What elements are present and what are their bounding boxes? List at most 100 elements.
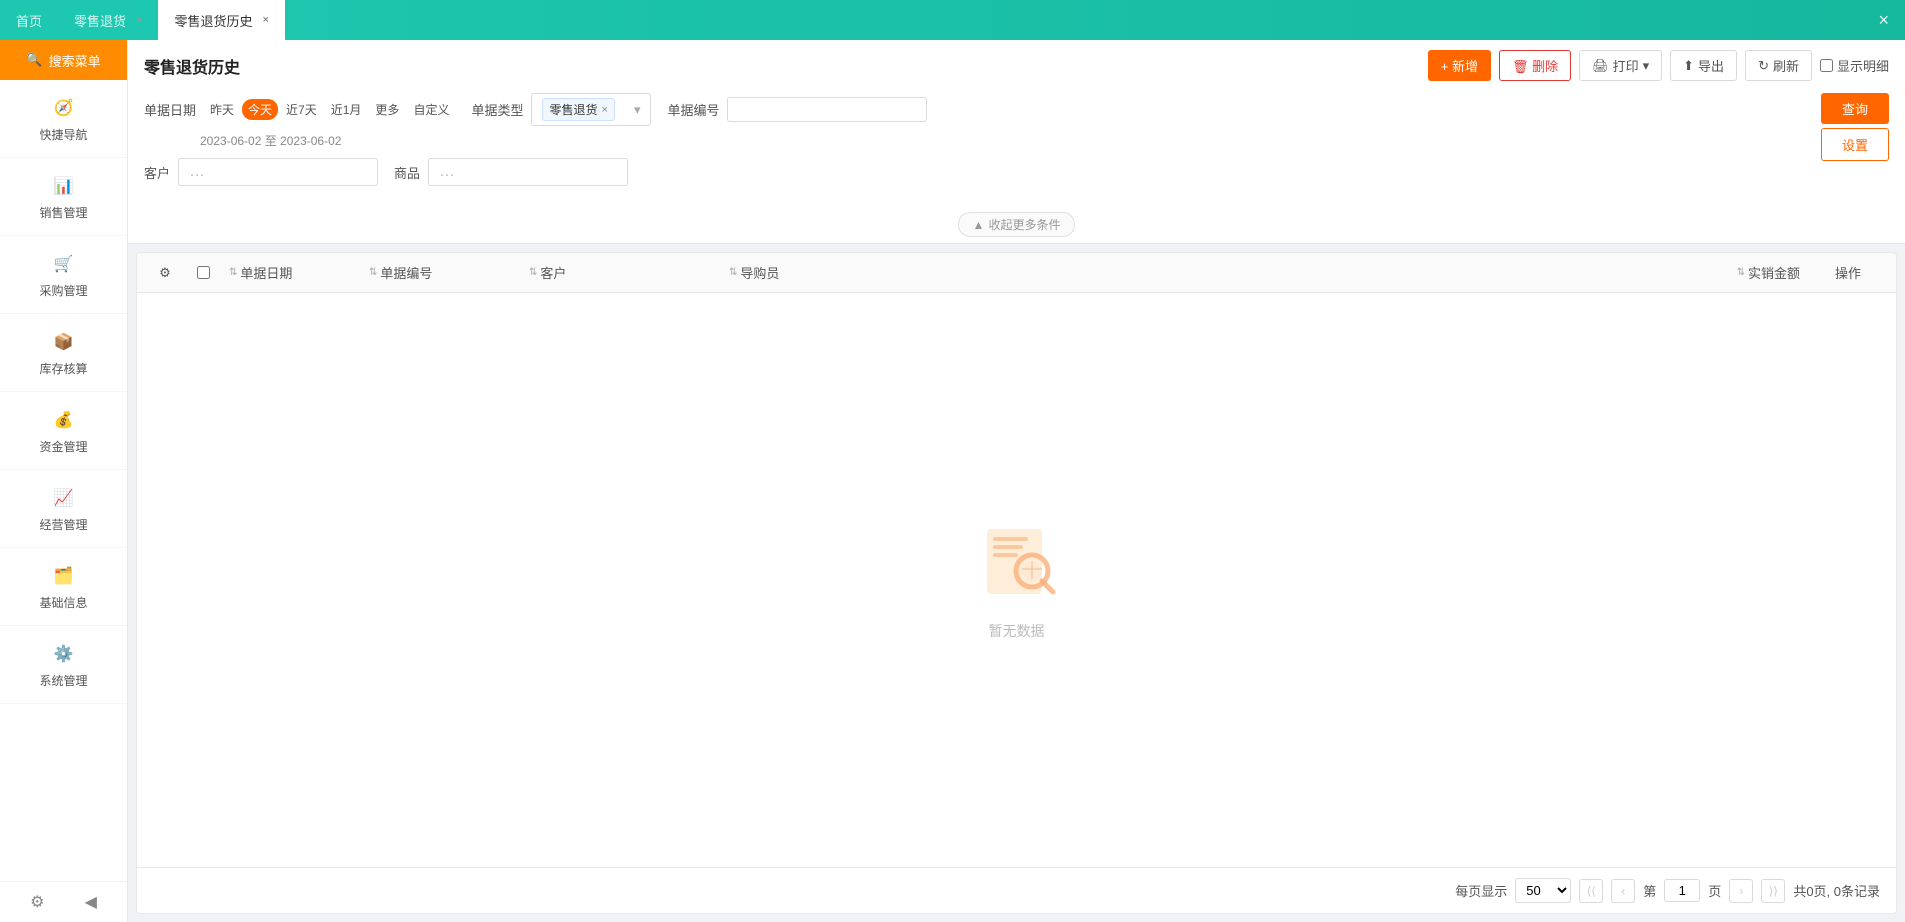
select-all-checkbox[interactable] [197,266,210,279]
sidebar-item-purchase[interactable]: 🛒 采购管理 [0,236,127,314]
table-header: ⚙ ⇅ 单据日期 ⇅ 单据编号 ⇅ 客户 ⇅ [137,253,1896,293]
date-shortcut-1month[interactable]: 近1月 [325,99,368,120]
filter-section: 单据日期 昨天 今天 近7天 近1月 更多 自定义 [144,93,1889,243]
sidebar-bottom: ⚙ ◀ [0,881,127,922]
sidebar-item-quick-nav[interactable]: 🧭 快捷导航 [0,80,127,158]
add-button[interactable]: + 新增 [1428,50,1491,81]
inventory-icon: 📦 [50,328,78,356]
col-guide-sort-icon[interactable]: ⇅ [729,267,737,278]
collapse-button[interactable]: ▲ 收起更多条件 [958,212,1076,237]
empty-state-label: 暂无数据 [989,621,1045,641]
doctype-tag-value: 零售退货 [549,101,597,118]
export-label: 导出 [1698,56,1724,75]
main-layout: 🔍 搜索菜单 🧭 快捷导航 📊 销售管理 🛒 采购管理 📦 库存核算 💰 [0,40,1905,922]
next-page-button[interactable]: › [1729,879,1753,903]
show-detail-checkbox[interactable]: 显示明细 [1820,56,1889,75]
current-page-input[interactable]: 1 [1664,879,1700,902]
col-date-sort-icon[interactable]: ⇅ [229,267,237,278]
right-action-buttons: 查询 设置 [1821,93,1889,161]
tab-list: 首页 零售退货 × 零售退货历史 × [0,0,1878,40]
print-icon: 🖨 [1592,58,1609,74]
sidebar: 🔍 搜索菜单 🧭 快捷导航 📊 销售管理 🛒 采购管理 📦 库存核算 💰 [0,40,128,922]
col-amount-sort-icon[interactable]: ⇅ [1737,267,1745,278]
sidebar-item-sales[interactable]: 📊 销售管理 [0,158,127,236]
customer-placeholder: … [189,163,205,181]
sidebar-item-base-info[interactable]: 🗂️ 基础信息 [0,548,127,626]
col-amount-label: 实销金额 [1748,263,1800,282]
query-button[interactable]: 查询 [1821,93,1889,124]
filter-row-1: 单据日期 昨天 今天 近7天 近1月 更多 自定义 [144,93,1805,126]
page-title-row: 零售退货历史 + 新增 🗑 删除 🖨 打印 ▾ ⬆ 导出 ↻ [144,50,1889,81]
col-order-label: 单据编号 [380,263,432,282]
col-order[interactable]: ⇅ 单据编号 [361,263,521,282]
sidebar-item-sys-mgmt-label: 系统管理 [39,672,87,689]
delete-button[interactable]: 🗑 删除 [1499,50,1571,81]
empty-state-icon [967,519,1067,609]
goods-select[interactable]: … [428,158,628,186]
operations-icon: 📈 [50,484,78,512]
col-customer[interactable]: ⇅ 客户 [521,263,721,282]
window-close-button[interactable]: × [1878,10,1905,31]
date-shortcut-yesterday[interactable]: 昨天 [204,99,240,120]
date-shortcut-today[interactable]: 今天 [242,99,278,120]
tab-retail-return-close[interactable]: × [136,14,142,26]
tab-retail-return-history-close[interactable]: × [262,14,268,26]
sidebar-collapse-icon[interactable]: ◀ [85,892,97,912]
col-customer-sort-icon[interactable]: ⇅ [529,267,537,278]
col-date[interactable]: ⇅ 单据日期 [221,263,361,282]
tab-retail-return[interactable]: 零售退货 × [58,0,158,40]
filter-panel: 零售退货历史 + 新增 🗑 删除 🖨 打印 ▾ ⬆ 导出 ↻ [128,40,1905,244]
date-shortcut-more[interactable]: 更多 [369,99,405,120]
prev-page-button[interactable]: ‹ [1611,879,1635,903]
page-label-before: 第 [1643,881,1656,900]
col-amount[interactable]: ⇅ 实销金额 [881,263,1808,282]
refresh-icon: ↻ [1758,58,1769,74]
sidebar-settings-icon[interactable]: ⚙ [30,892,44,912]
date-filter-label: 单据日期 [144,100,196,119]
col-settings-icon: ⚙ [159,265,171,281]
sidebar-item-finance[interactable]: 💰 资金管理 [0,392,127,470]
filter-row-2: 客户 … 商品 … [144,158,1805,186]
refresh-button[interactable]: ↻ 刷新 [1745,50,1812,81]
sidebar-item-inventory[interactable]: 📦 库存核算 [0,314,127,392]
purchase-icon: 🛒 [50,250,78,278]
filter-date-group: 单据日期 昨天 今天 近7天 近1月 更多 自定义 [144,99,455,120]
page-size-select[interactable]: 50 10 20 100 [1515,878,1571,903]
print-button[interactable]: 🖨 打印 ▾ [1579,50,1662,81]
empty-state: 暂无数据 [137,293,1896,867]
filter-customer-group: 客户 … [144,158,378,186]
show-detail-label: 显示明细 [1837,56,1889,75]
collapse-label: 收起更多条件 [988,216,1060,233]
col-date-label: 单据日期 [240,263,292,282]
doctype-select[interactable]: 零售退货 × ▾ [531,93,651,126]
sys-mgmt-icon: ⚙️ [50,640,78,668]
export-button[interactable]: ⬆ 导出 [1670,50,1737,81]
sidebar-item-finance-label: 资金管理 [39,438,87,455]
last-page-button[interactable]: ⟩⟩ [1761,879,1785,903]
tab-retail-return-history[interactable]: 零售退货历史 × [158,0,284,40]
sidebar-item-sys-mgmt[interactable]: ⚙️ 系统管理 [0,626,127,704]
col-check[interactable] [185,266,221,279]
date-range-display: 2023-06-02 至 2023-06-02 [200,134,341,148]
docnumber-input[interactable] [727,97,927,122]
collapse-row: ▲ 收起更多条件 [144,206,1889,243]
show-detail-input[interactable] [1820,59,1833,72]
sidebar-item-operations[interactable]: 📈 经营管理 [0,470,127,548]
base-info-icon: 🗂️ [50,562,78,590]
goods-placeholder: … [439,163,455,181]
customer-select[interactable]: … [178,158,378,186]
filter-settings-button[interactable]: 设置 [1821,128,1889,161]
doctype-tag-remove[interactable]: × [601,104,607,116]
date-shortcut-7days[interactable]: 近7天 [280,99,323,120]
col-order-sort-icon[interactable]: ⇅ [369,267,377,278]
col-guide[interactable]: ⇅ 导购员 [721,263,881,282]
first-page-button[interactable]: ⟨⟨ [1579,879,1603,903]
export-icon: ⬆ [1683,58,1694,74]
col-settings[interactable]: ⚙ [145,265,185,281]
sidebar-search[interactable]: 🔍 搜索菜单 [0,40,127,80]
tab-home[interactable]: 首页 [0,0,58,40]
filter-doctype-group: 单据类型 零售退货 × ▾ [471,93,651,126]
filter-goods-group: 商品 … [394,158,628,186]
sidebar-item-sales-label: 销售管理 [39,204,87,221]
date-shortcut-custom[interactable]: 自定义 [407,99,455,120]
